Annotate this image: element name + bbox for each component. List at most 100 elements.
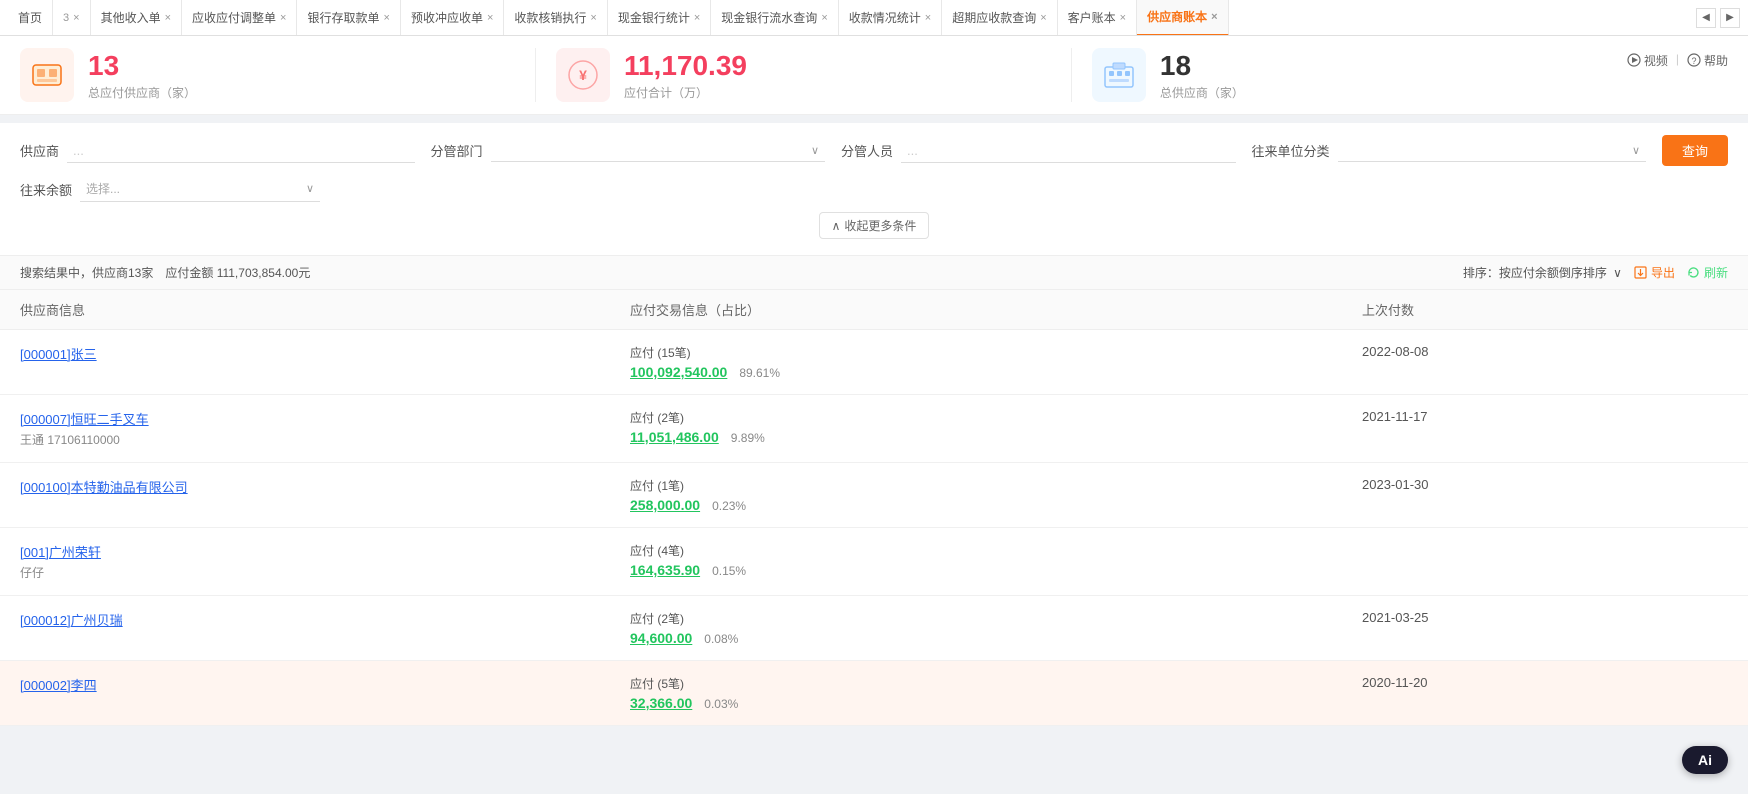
summary-bar: 13 总应付供应商（家） ¥ 11,170.39 应付合计（万）	[0, 36, 1748, 115]
tx-pct-2: 9.89%	[731, 431, 765, 445]
nav-tab-supplier-ledger-close[interactable]: ×	[1211, 11, 1217, 23]
balance-input[interactable]: 选择... ∨	[80, 176, 320, 202]
supplier-info-6: [000002]李四	[20, 675, 630, 694]
filter-person: 分管人员 ...	[841, 139, 1236, 163]
collapse-button[interactable]: ∧ 收起更多条件	[819, 212, 930, 239]
summary-icon-suppliers	[20, 48, 74, 102]
category-input[interactable]: ∨	[1338, 140, 1646, 162]
export-button[interactable]: 导出	[1634, 264, 1675, 281]
nav-tab-other-income-close[interactable]: ×	[165, 12, 171, 24]
refresh-button[interactable]: 刷新	[1687, 264, 1728, 281]
tx-amount-5[interactable]: 94,600.00	[630, 630, 692, 646]
person-input[interactable]: ...	[901, 139, 1235, 163]
video-link[interactable]: 视频	[1627, 52, 1668, 69]
data-table: 供应商信息 应付交易信息（占比） 上次付数 [000001]张三 应付 (15笔…	[0, 290, 1748, 726]
table-header: 供应商信息 应付交易信息（占比） 上次付数	[0, 290, 1748, 330]
tx-amount-1[interactable]: 100,092,540.00	[630, 364, 727, 380]
col-header-transaction: 应付交易信息（占比）	[630, 300, 1362, 319]
summary-info-payable: 11,170.39 应付合计（万）	[624, 49, 747, 102]
nav-tab-cash-bank-stat[interactable]: 现金银行统计 ×	[608, 0, 711, 36]
nav-right-arrow[interactable]: ▶	[1720, 8, 1740, 28]
supplier-info-2: [000007]恒旺二手叉车 王通 17106110000	[20, 409, 630, 448]
nav-tab-bank-deposit-close[interactable]: ×	[384, 12, 390, 24]
nav-tab-home[interactable]: 首页	[8, 0, 53, 36]
summary-card-payable: ¥ 11,170.39 应付合计（万）	[556, 48, 1072, 102]
nav-tab-customer-ledger[interactable]: 客户账本 ×	[1058, 0, 1137, 36]
nav-tab-ar-ap-adjust[interactable]: 应收应付调整单 ×	[182, 0, 297, 36]
nav-tab-cash-bank-query[interactable]: 现金银行流水查询 ×	[711, 0, 838, 36]
nav-tab-advance-ar-close[interactable]: ×	[487, 12, 493, 24]
transaction-info-6: 应付 (5笔) 32,366.00 0.03%	[630, 675, 1362, 711]
nav-tab-cash-bank-stat-close[interactable]: ×	[694, 12, 700, 24]
table-row: [000012]广州贝瑞 应付 (2笔) 94,600.00 0.08% 202…	[0, 596, 1748, 661]
nav-tab-3-close[interactable]: ×	[73, 12, 79, 24]
supplier-dots: ...	[73, 143, 84, 158]
tx-amount-6[interactable]: 32,366.00	[630, 695, 692, 711]
supplier-link-5[interactable]: [000012]广州贝瑞	[20, 610, 630, 629]
nav-left-arrow[interactable]: ◀	[1696, 8, 1716, 28]
summary-label-payable: 应付合计（万）	[624, 84, 747, 101]
nav-tab-customer-ledger-label: 客户账本	[1068, 9, 1116, 26]
ai-badge[interactable]: Ai	[1682, 746, 1728, 774]
nav-tab-receipt-verify-close[interactable]: ×	[590, 12, 596, 24]
transaction-info-4: 应付 (4笔) 164,635.90 0.15%	[630, 542, 1362, 578]
nav-tab-advance-ar-label: 预收冲应收单	[411, 9, 483, 26]
summary-number-payable: 11,170.39	[624, 49, 747, 83]
last-payment-date-5: 2021-03-25	[1362, 610, 1429, 625]
supplier-link-1[interactable]: [000001]张三	[20, 344, 630, 363]
nav-tab-other-income[interactable]: 其他收入单 ×	[91, 0, 182, 36]
nav-tab-bank-deposit[interactable]: 银行存取款单 ×	[297, 0, 400, 36]
nav-tab-ar-ap-adjust-close[interactable]: ×	[280, 12, 286, 24]
category-arrow-icon: ∨	[1632, 144, 1640, 157]
summary-label-suppliers: 总应付供应商（家）	[88, 84, 196, 101]
last-payment-5: 2021-03-25	[1362, 610, 1728, 625]
department-input[interactable]: ∨	[491, 140, 825, 162]
nav-tab-supplier-ledger-label: 供应商账本	[1147, 8, 1207, 25]
supplier-info-3: [000100]本特勤油品有限公司	[20, 477, 630, 496]
supplier-info-5: [000012]广州贝瑞	[20, 610, 630, 629]
top-right-links: 视频 | ? 帮助	[1627, 52, 1728, 99]
help-link[interactable]: ? 帮助	[1687, 52, 1728, 69]
supplier-input[interactable]: ...	[67, 139, 414, 163]
nav-tab-supplier-ledger[interactable]: 供应商账本 ×	[1137, 0, 1228, 36]
search-button[interactable]: 查询	[1662, 135, 1728, 166]
supplier-info-4: [001]广州荣轩 仔仔	[20, 542, 630, 581]
balance-arrow-icon: ∨	[306, 182, 314, 195]
last-payment-date-1: 2022-08-08	[1362, 344, 1429, 359]
nav-tab-cash-bank-query-close[interactable]: ×	[821, 12, 827, 24]
nav-tab-receipt-verify[interactable]: 收款核销执行 ×	[504, 0, 607, 36]
nav-tab-overdue-ar[interactable]: 超期应收款查询 ×	[942, 0, 1057, 36]
supplier-link-2[interactable]: [000007]恒旺二手叉车	[20, 409, 630, 428]
nav-tab-home-label: 首页	[18, 9, 42, 26]
filter-department: 分管部门 ∨	[431, 140, 826, 162]
summary-card-total-suppliers: 18 总供应商（家）	[1092, 48, 1607, 102]
nav-tab-receipt-stat[interactable]: 收款情况统计 ×	[839, 0, 942, 36]
last-payment-date-3: 2023-01-30	[1362, 477, 1429, 492]
nav-tab-receipt-verify-label: 收款核销执行	[514, 9, 586, 26]
nav-tab-customer-ledger-close[interactable]: ×	[1120, 12, 1126, 24]
supplier-link-4[interactable]: [001]广州荣轩	[20, 542, 630, 561]
col-header-last-payment: 上次付数	[1362, 300, 1728, 319]
tx-amount-2[interactable]: 11,051,486.00	[630, 429, 719, 445]
filter-section: 供应商 ... 分管部门 ∨ 分管人员 ... 往来单位分类 ∨	[0, 123, 1748, 256]
nav-tab-other-income-label: 其他收入单	[101, 9, 161, 26]
result-summary-text: 搜索结果中，供应商13家	[20, 264, 153, 281]
table-row: [000001]张三 应付 (15笔) 100,092,540.00 89.61…	[0, 330, 1748, 395]
person-dots: ...	[907, 143, 918, 158]
nav-tab-advance-ar[interactable]: 预收冲应收单 ×	[401, 0, 504, 36]
summary-label-total-suppliers: 总供应商（家）	[1160, 84, 1244, 101]
nav-tab-overdue-ar-close[interactable]: ×	[1040, 12, 1046, 24]
nav-tab-receipt-stat-close[interactable]: ×	[925, 12, 931, 24]
supplier-link-3[interactable]: [000100]本特勤油品有限公司	[20, 477, 630, 496]
sort-label[interactable]: 排序：按应付余额倒序排序 ∨	[1463, 264, 1622, 281]
balance-placeholder: 选择...	[86, 180, 120, 197]
tx-pct-3: 0.23%	[712, 499, 746, 513]
nav-tab-bank-deposit-label: 银行存取款单	[307, 9, 379, 26]
tx-amount-4[interactable]: 164,635.90	[630, 562, 700, 578]
tx-amount-3[interactable]: 258,000.00	[630, 497, 700, 513]
svg-text:¥: ¥	[579, 67, 587, 83]
supplier-link-6[interactable]: [000002]李四	[20, 675, 630, 694]
tx-pct-5: 0.08%	[704, 632, 738, 646]
nav-tab-3[interactable]: 3 ×	[53, 0, 91, 36]
refresh-label: 刷新	[1704, 264, 1728, 281]
